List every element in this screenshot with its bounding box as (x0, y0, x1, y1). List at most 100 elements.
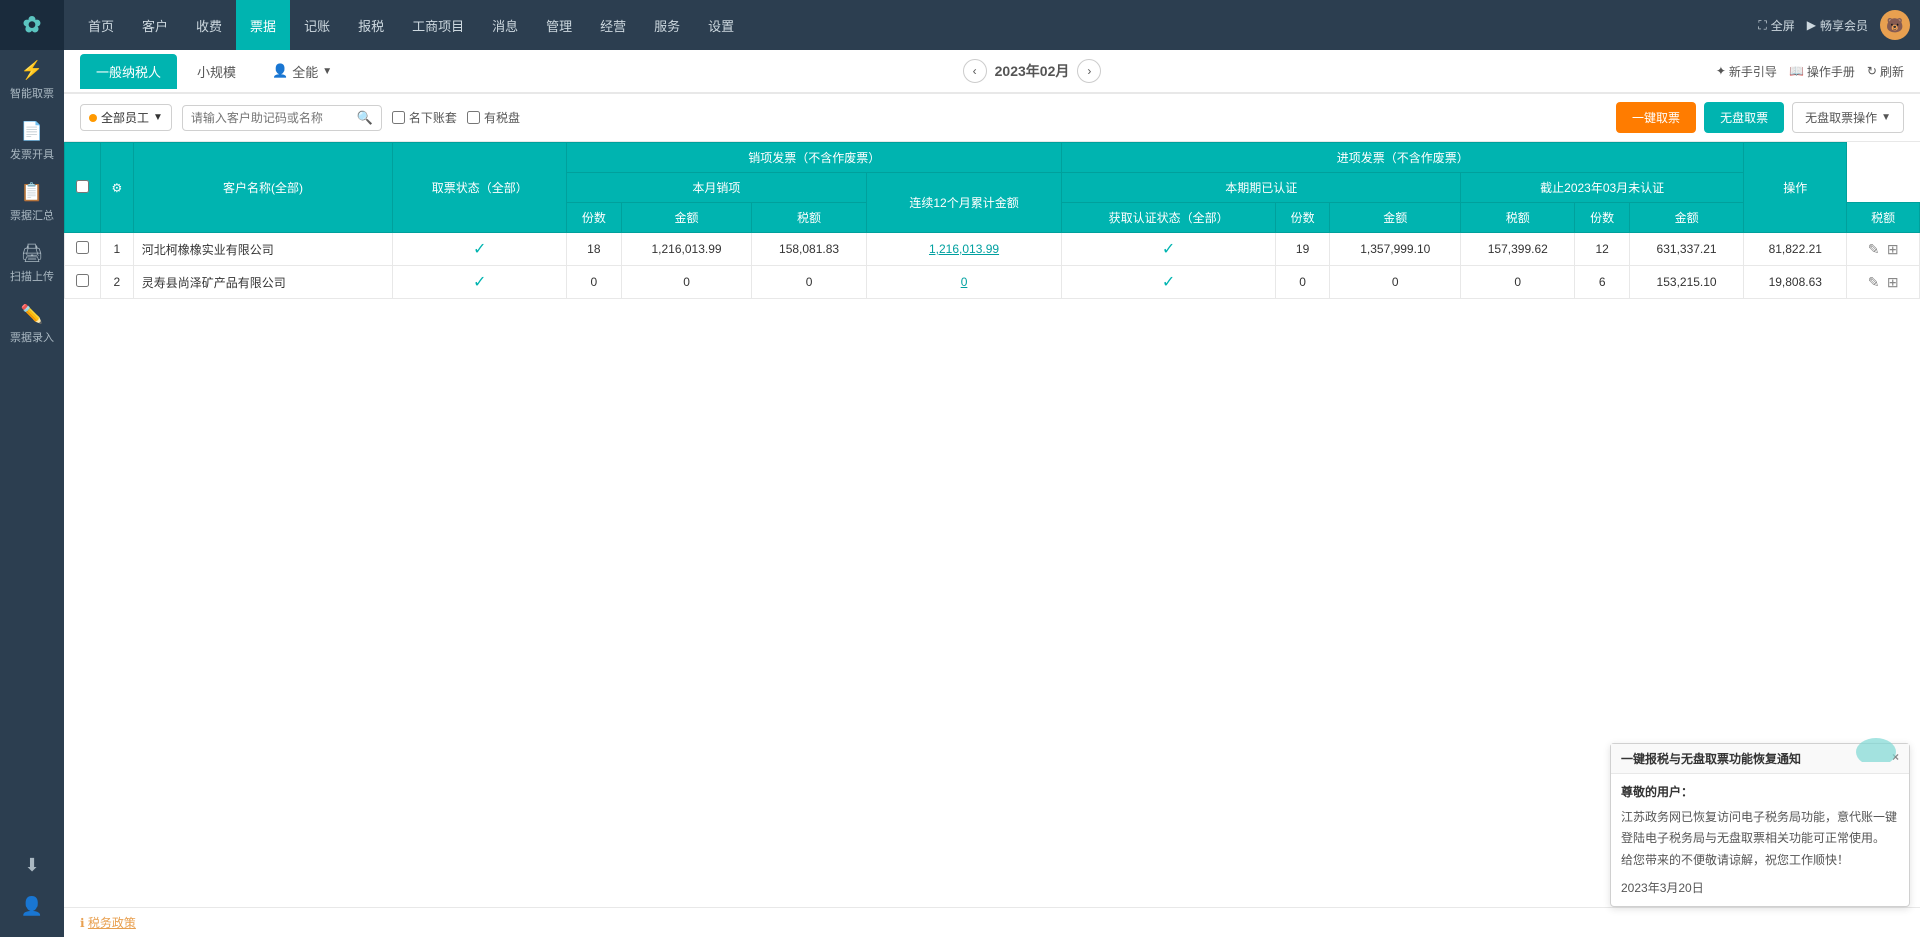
sidebar-item-download[interactable]: ⬇ (0, 845, 64, 886)
sidebar-item-smart-fetch[interactable]: ⚡ 智能取票 (0, 50, 64, 111)
row2-client[interactable]: 灵寿县尚泽矿产品有限公司 (133, 266, 393, 299)
th-uncert-tax: 税额 (1847, 203, 1920, 233)
row1-count: 18 (567, 233, 622, 266)
row1-consecutive[interactable]: 1,216,013.99 (866, 233, 1062, 266)
th-cert-tax: 税额 (1461, 203, 1575, 233)
tab-all-icon: 👤 (272, 63, 288, 79)
sidebar-item-scan-upload[interactable]: 🖨 扫描上传 (0, 233, 64, 294)
th-client: 客户名称(全部) (133, 143, 393, 233)
account-down-checkbox[interactable]: 名下账套 (392, 109, 457, 126)
prev-month-button[interactable]: ‹ (963, 59, 987, 83)
row1-checkbox-cell (65, 233, 101, 266)
row2-checkbox[interactable] (76, 274, 89, 287)
edit-icon[interactable]: ✎ (1868, 241, 1880, 257)
nav-tax[interactable]: 报税 (344, 0, 398, 50)
nav-management[interactable]: 管理 (532, 0, 586, 50)
nav-invoice[interactable]: 票据 (236, 0, 290, 50)
refresh-icon: ↻ (1867, 64, 1877, 78)
nav-billing[interactable]: 收费 (182, 0, 236, 50)
sidebar-item-invoice-summary[interactable]: 📋 票据汇总 (0, 172, 64, 233)
row2-tax: 0 (752, 266, 866, 299)
user-icon: 👤 (21, 896, 43, 917)
row1-checkbox[interactable] (76, 241, 89, 254)
has-tax-input[interactable] (467, 111, 480, 124)
row1-cert-tax: 157,399.62 (1461, 233, 1575, 266)
vip-icon: ▶ (1807, 18, 1816, 32)
check-circle-icon: ✓ (473, 274, 486, 291)
row1-uncert-amount: 631,337.21 (1629, 233, 1743, 266)
nav-message[interactable]: 消息 (478, 0, 532, 50)
fullscreen-btn[interactable]: ⛶ 全屏 (1758, 17, 1794, 34)
data-entry-icon: ✏️ (21, 304, 43, 325)
row2-uncert-amount: 153,215.10 (1629, 266, 1743, 299)
select-all-checkbox[interactable] (76, 180, 89, 193)
vip-label: 畅享会员 (1820, 17, 1868, 34)
status-bar: ℹ 税务政策 (64, 907, 1920, 937)
next-month-button[interactable]: › (1077, 59, 1101, 83)
tab-general[interactable]: 一般纳税人 (80, 54, 177, 89)
guide-icon: ✦ (1716, 64, 1726, 78)
row2-uncert-tax: 19,808.63 (1744, 266, 1847, 299)
row2-fetch-status: ✓ (393, 266, 567, 299)
employee-select[interactable]: 全部员工 ▼ (80, 104, 172, 131)
nav-service[interactable]: 服务 (640, 0, 694, 50)
row1-cert-count: 19 (1275, 233, 1330, 266)
tax-policy-link[interactable]: 税务政策 (88, 914, 136, 931)
th-this-month-sales: 本月销项 (567, 173, 867, 203)
nav-business[interactable]: 工商项目 (398, 0, 478, 50)
sidebar-item-label: 票据汇总 (10, 207, 54, 223)
tab-label-small: 小规模 (197, 62, 236, 81)
row2-cert-count: 0 (1275, 266, 1330, 299)
row1-client[interactable]: 河北柯橡橡实业有限公司 (133, 233, 393, 266)
th-sales-invoice-group: 销项发票（不含作废票） (567, 143, 1062, 173)
cert-status-col-header: 获取认证状态（全部） (1066, 209, 1270, 226)
client-col-header: 客户名称(全部) (138, 179, 389, 196)
notice-greeting: 尊敬的用户： (1621, 782, 1899, 802)
row2-cert-amount: 0 (1330, 266, 1461, 299)
th-sales-count: 份数 (567, 203, 622, 233)
row1-actions: ✎ ⊞ (1847, 233, 1920, 266)
fullscreen-icon: ⛶ (1758, 18, 1766, 33)
filter-buttons: 一键取票 无盘取票 无盘取票操作 ▼ (1616, 102, 1904, 133)
nav-bookkeeping[interactable]: 记账 (290, 0, 344, 50)
th-consecutive-12: 连续12个月累计金额 (866, 173, 1062, 233)
edit-icon[interactable]: ✎ (1868, 274, 1880, 290)
employee-select-label: 全部员工 (101, 109, 149, 126)
new-guide-btn[interactable]: ✦ 新手引导 (1716, 63, 1777, 80)
sidebar-item-invoice-open[interactable]: 📄 发票开具 (0, 111, 64, 172)
row2-consecutive[interactable]: 0 (866, 266, 1062, 299)
app-logo: ✿ (0, 0, 64, 50)
check-circle-icon: ✓ (473, 241, 486, 258)
notice-decor (1851, 732, 1901, 762)
no-disk-ops-button[interactable]: 无盘取票操作 ▼ (1792, 102, 1904, 133)
info-icon: ℹ (80, 916, 85, 930)
check-circle-icon: ✓ (1162, 274, 1175, 291)
nav-operation[interactable]: 经营 (586, 0, 640, 50)
avatar[interactable]: 🐻 (1880, 10, 1910, 40)
row1-uncert-count: 12 (1575, 233, 1630, 266)
notice-panel: 一键报税与无盘取票功能恢复通知 × 尊敬的用户： 江苏政务网已恢复访问电子税务局… (1610, 743, 1910, 907)
has-tax-checkbox[interactable]: 有税盘 (467, 109, 520, 126)
account-down-input[interactable] (392, 111, 405, 124)
th-checkbox (65, 143, 101, 233)
manual-btn[interactable]: 📖 操作手册 (1789, 63, 1855, 80)
tab-small[interactable]: 小规模 (181, 54, 252, 89)
tab-label-general: 一般纳税人 (96, 62, 161, 81)
tab-all[interactable]: 👤 全能 ▼ (256, 54, 348, 89)
sidebar-item-user[interactable]: 👤 (0, 886, 64, 927)
vip-btn[interactable]: ▶ 畅享会员 (1807, 17, 1868, 34)
view-icon[interactable]: ⊞ (1887, 241, 1899, 257)
view-icon[interactable]: ⊞ (1887, 274, 1899, 290)
nav-home[interactable]: 首页 (74, 0, 128, 50)
no-disk-fetch-button[interactable]: 无盘取票 (1704, 102, 1784, 133)
one-key-fetch-button[interactable]: 一键取票 (1616, 102, 1696, 133)
th-fetch-status: 取票状态（全部） (393, 143, 567, 233)
refresh-btn[interactable]: ↻ 刷新 (1867, 63, 1904, 80)
nav-client[interactable]: 客户 (128, 0, 182, 50)
nav-settings[interactable]: 设置 (694, 0, 748, 50)
search-input[interactable] (191, 111, 353, 125)
current-month: 2023年02月 (995, 61, 1070, 81)
sidebar-item-data-entry[interactable]: ✏️ 票据录入 (0, 294, 64, 355)
search-box[interactable]: 🔍 (182, 105, 382, 131)
decor-svg (1851, 732, 1901, 762)
